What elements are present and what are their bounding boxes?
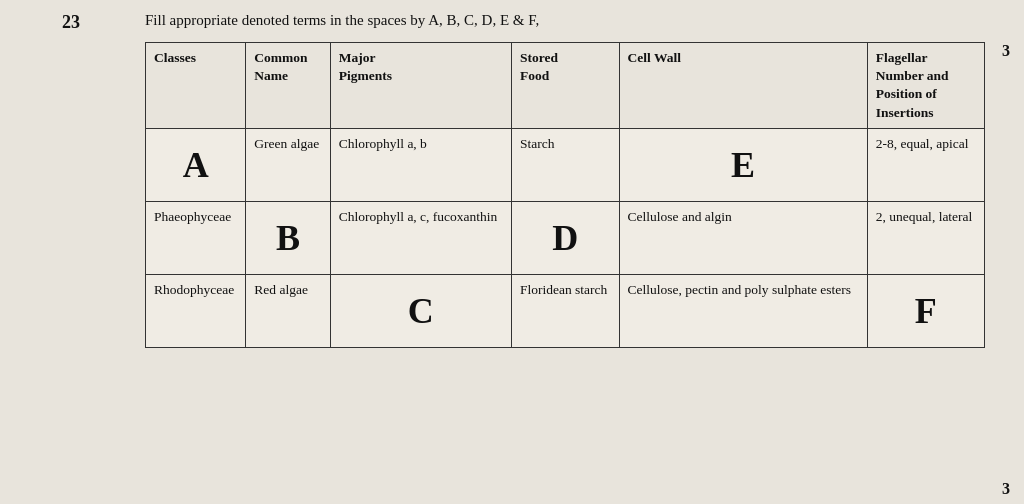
header-flagellar: FlagellarNumber andPosition ofInsertions	[867, 43, 984, 129]
table-row: Rhodophyceae Red algae C Floridean starc…	[146, 274, 985, 347]
table-row: Phaeophyceae B Chlorophyll a, c, fucoxan…	[146, 201, 985, 274]
question-text: Fill appropriate denoted terms in the sp…	[145, 12, 539, 29]
row2-col1: Phaeophyceae	[146, 201, 246, 274]
row2-col4: D	[511, 201, 619, 274]
letter-e: E	[628, 135, 859, 195]
row2-col5: Cellulose and algin	[619, 201, 867, 274]
header-classes: Classes	[146, 43, 246, 129]
row1-col5: E	[619, 128, 867, 201]
header-common-name: CommonName	[246, 43, 330, 129]
header-major-pigments: MajorPigments	[330, 43, 511, 129]
row3-col5: Cellulose, pectin and poly sulphate este…	[619, 274, 867, 347]
row2-col3: Chlorophyll a, c, fucoxanthin	[330, 201, 511, 274]
row2-col6: 2, unequal, lateral	[867, 201, 984, 274]
table-row: A Green algae Chlorophyll a, b Starch E …	[146, 128, 985, 201]
table-header-row: Classes CommonName MajorPigments StoredF…	[146, 43, 985, 129]
row1-col1: A	[146, 128, 246, 201]
row1-col4: Starch	[511, 128, 619, 201]
bottom-marker: 3	[1002, 480, 1010, 498]
table-wrapper: Classes CommonName MajorPigments StoredF…	[145, 42, 985, 348]
row1-col2: Green algae	[246, 128, 330, 201]
question-number: 23	[62, 12, 80, 33]
row3-col1: Rhodophyceae	[146, 274, 246, 347]
letter-f: F	[876, 281, 976, 341]
row3-col3: C	[330, 274, 511, 347]
row2-col2: B	[246, 201, 330, 274]
letter-b: B	[254, 208, 321, 268]
letter-c: C	[339, 281, 503, 341]
right-marker: 3	[1002, 42, 1010, 60]
header-stored-food: StoredFood	[511, 43, 619, 129]
row1-col6: 2-8, equal, apical	[867, 128, 984, 201]
letter-d: D	[520, 208, 611, 268]
row1-col3: Chlorophyll a, b	[330, 128, 511, 201]
row3-col2: Red algae	[246, 274, 330, 347]
header-cell-wall: Cell Wall	[619, 43, 867, 129]
row3-col4: Floridean starch	[511, 274, 619, 347]
main-table: Classes CommonName MajorPigments StoredF…	[145, 42, 985, 348]
row3-col6: F	[867, 274, 984, 347]
letter-a: A	[154, 135, 237, 195]
